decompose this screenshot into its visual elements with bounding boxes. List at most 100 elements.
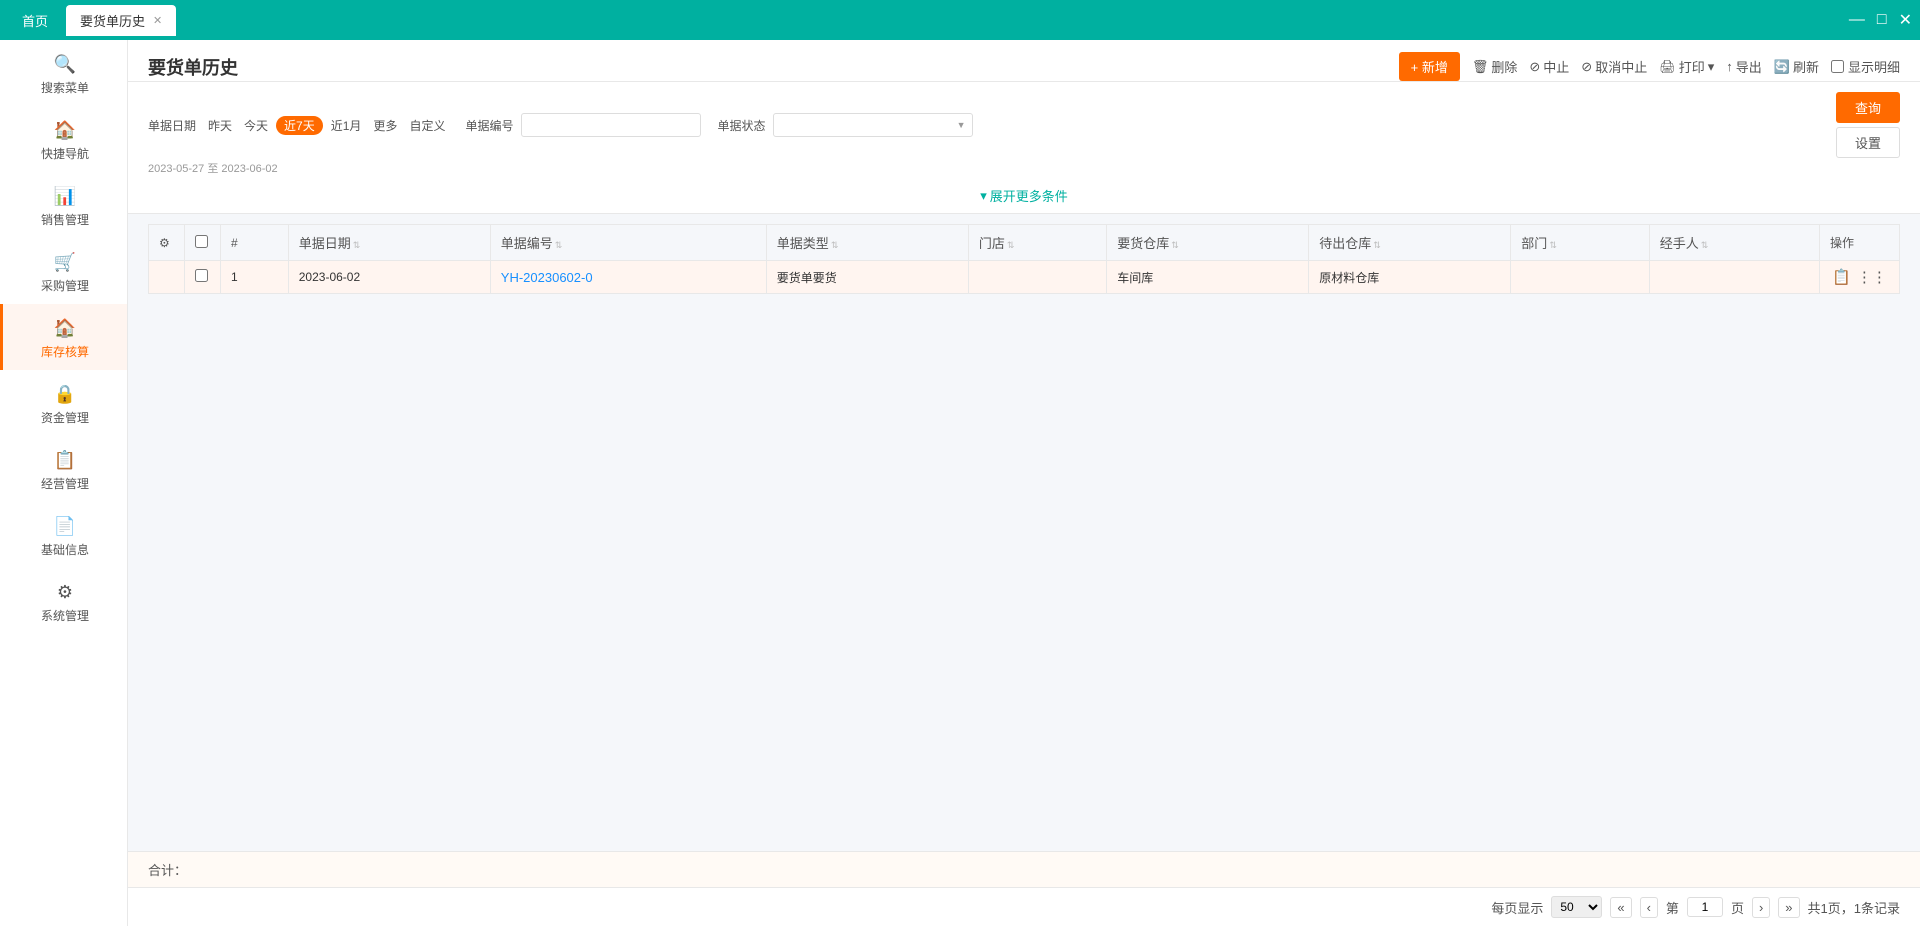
col-pending-warehouse[interactable]: 待出仓库⇅: [1309, 225, 1511, 261]
row-doc-date: 2023-06-02: [288, 261, 490, 294]
query-button[interactable]: 查询: [1836, 92, 1900, 123]
page-size-select[interactable]: 50 100: [1551, 896, 1602, 918]
doc-no-link[interactable]: YH-20230602-0: [501, 270, 593, 285]
row-req-warehouse: 车间库: [1107, 261, 1309, 294]
row-more-icon[interactable]: ⋮⋮: [1857, 268, 1887, 286]
row-checkbox-cell: [185, 261, 221, 294]
sidebar-item-quick-nav[interactable]: 🏠 快捷导航: [0, 106, 127, 172]
new-button[interactable]: + 新增: [1399, 52, 1460, 81]
tab-home[interactable]: 首页: [8, 5, 62, 36]
total-info: 共1页，1条记录: [1808, 898, 1900, 917]
status-filter-label: 单据状态: [717, 117, 765, 134]
expand-more-button[interactable]: ▾ 展开更多条件: [980, 186, 1068, 205]
top-bar: 首页 要货单历史 ✕ — □ ✕: [0, 0, 1920, 40]
tab-home-label: 首页: [22, 11, 48, 30]
status-filter-select[interactable]: [773, 113, 973, 137]
col-settings[interactable]: ⚙: [149, 225, 185, 261]
refresh-button[interactable]: 🔄 刷新: [1774, 57, 1819, 76]
expand-more-label: 展开更多条件: [990, 186, 1068, 205]
close-tab-icon[interactable]: ✕: [153, 14, 162, 27]
sidebar-item-sales-mgmt-label: 销售管理: [41, 211, 89, 228]
prev-page-button[interactable]: ‹: [1640, 897, 1658, 918]
show-detail-checkbox[interactable]: 显示明细: [1831, 57, 1900, 76]
refresh-icon: 🔄: [1774, 59, 1790, 75]
sidebar-item-finance-mgmt[interactable]: 🔒 资金管理: [0, 370, 127, 436]
sidebar-item-sales-mgmt[interactable]: 📊 销售管理: [0, 172, 127, 238]
date-shortcut-more[interactable]: 更多: [369, 116, 401, 135]
print-button-label: 打印: [1679, 57, 1705, 76]
show-detail-input[interactable]: [1831, 60, 1844, 73]
table-row: 1 2023-06-02 YH-20230602-0 要货单要货 车间库 原材料…: [149, 261, 1900, 294]
date-shortcuts: 昨天 今天 近7天 近1月 更多 自定义: [204, 116, 449, 135]
date-shortcut-1month[interactable]: 近1月: [327, 116, 366, 135]
select-all-checkbox[interactable]: [195, 235, 208, 248]
col-store[interactable]: 门店⇅: [968, 225, 1106, 261]
col-department[interactable]: 部门⇅: [1511, 225, 1649, 261]
row-actions-cell: 📋 ⋮⋮: [1820, 261, 1900, 294]
cancel-stop-icon: ⊘: [1581, 59, 1592, 75]
page-title: 要货单历史: [148, 54, 238, 80]
sidebar-item-basic-info-label: 基础信息: [41, 541, 89, 558]
docno-filter-input[interactable]: [521, 113, 701, 137]
row-edit-icon[interactable]: 📋: [1832, 268, 1851, 286]
minimize-icon[interactable]: —: [1849, 11, 1865, 29]
doc-date-sort-icon: ⇅: [353, 240, 361, 250]
toolbar: + 新增 🗑 删除 ⊘ 中止 ⊘ 取消中止 🖨: [1399, 52, 1900, 81]
cancel-stop-button[interactable]: ⊘ 取消中止: [1581, 57, 1647, 76]
col-doc-type[interactable]: 单据类型⇅: [766, 225, 968, 261]
sidebar-item-basic-info[interactable]: 📄 基础信息: [0, 502, 127, 568]
export-button[interactable]: ↑ 导出: [1726, 57, 1762, 76]
close-window-icon[interactable]: ✕: [1899, 10, 1912, 30]
col-seq: #: [221, 225, 289, 261]
date-shortcut-custom[interactable]: 自定义: [405, 116, 449, 135]
total-label: 合计：: [148, 860, 187, 879]
sidebar-item-ops-mgmt[interactable]: 📋 经营管理: [0, 436, 127, 502]
row-pending-warehouse: 原材料仓库: [1309, 261, 1511, 294]
sidebar-item-ops-mgmt-label: 经营管理: [41, 475, 89, 492]
print-icon: 🖨: [1659, 59, 1676, 75]
page-input[interactable]: [1687, 897, 1723, 917]
finance-mgmt-icon: 🔒: [54, 384, 76, 405]
filter-group-status: 单据状态: [717, 113, 973, 137]
stop-icon: ⊘: [1529, 59, 1540, 75]
first-page-button[interactable]: «: [1610, 897, 1631, 918]
search-menu-icon: 🔍: [54, 54, 76, 75]
row-checkbox[interactable]: [195, 269, 208, 282]
store-sort-icon: ⇅: [1007, 240, 1015, 250]
date-shortcut-yesterday[interactable]: 昨天: [204, 116, 236, 135]
sidebar: 🔍 搜索菜单 🏠 快捷导航 📊 销售管理 🛒 采购管理 🏠 库存核算 🔒 资金管…: [0, 40, 128, 926]
tab-requisition-history[interactable]: 要货单历史 ✕: [66, 5, 176, 36]
export-icon: ↑: [1726, 59, 1733, 74]
filter-group-docno: 单据编号: [465, 113, 701, 137]
next-page-button[interactable]: ›: [1752, 897, 1770, 918]
print-button[interactable]: 🖨 打印 ▾: [1659, 57, 1714, 76]
main-layout: 🔍 搜索菜单 🏠 快捷导航 📊 销售管理 🛒 采购管理 🏠 库存核算 🔒 资金管…: [0, 40, 1920, 926]
sidebar-item-inventory[interactable]: 🏠 库存核算: [0, 304, 127, 370]
date-shortcut-today[interactable]: 今天: [240, 116, 272, 135]
row-department: [1511, 261, 1649, 294]
col-req-warehouse[interactable]: 要货仓库⇅: [1107, 225, 1309, 261]
sidebar-item-sys-mgmt[interactable]: ⚙ 系统管理: [0, 568, 127, 634]
print-chevron-icon: ▾: [1708, 59, 1715, 75]
docno-filter-label: 单据编号: [465, 117, 513, 134]
sidebar-item-purchase-mgmt-label: 采购管理: [41, 277, 89, 294]
table-header: ⚙ # 单据日期⇅ 单据编号⇅ 单据类型⇅: [149, 225, 1900, 261]
delete-button[interactable]: 🗑 删除: [1472, 57, 1518, 76]
maximize-icon[interactable]: □: [1877, 11, 1887, 29]
filter-action-buttons: 查询 设置: [1836, 92, 1900, 158]
sidebar-item-purchase-mgmt[interactable]: 🛒 采购管理: [0, 238, 127, 304]
page-size-label: 每页显示: [1491, 898, 1543, 917]
stop-button[interactable]: ⊘ 中止: [1529, 57, 1569, 76]
filter-settings-button[interactable]: 设置: [1836, 127, 1900, 158]
date-shortcut-7days[interactable]: 近7天: [276, 116, 323, 135]
handler-sort-icon: ⇅: [1701, 240, 1709, 250]
last-page-button[interactable]: »: [1778, 897, 1799, 918]
col-doc-no[interactable]: 单据编号⇅: [490, 225, 766, 261]
sidebar-item-search-menu[interactable]: 🔍 搜索菜单: [0, 40, 127, 106]
cancel-stop-button-label: 取消中止: [1595, 57, 1647, 76]
col-handler[interactable]: 经手人⇅: [1649, 225, 1819, 261]
col-actions: 操作: [1820, 225, 1900, 261]
row-doc-no[interactable]: YH-20230602-0: [490, 261, 766, 294]
col-doc-date[interactable]: 单据日期⇅: [288, 225, 490, 261]
date-filter-label: 单据日期: [148, 117, 196, 134]
